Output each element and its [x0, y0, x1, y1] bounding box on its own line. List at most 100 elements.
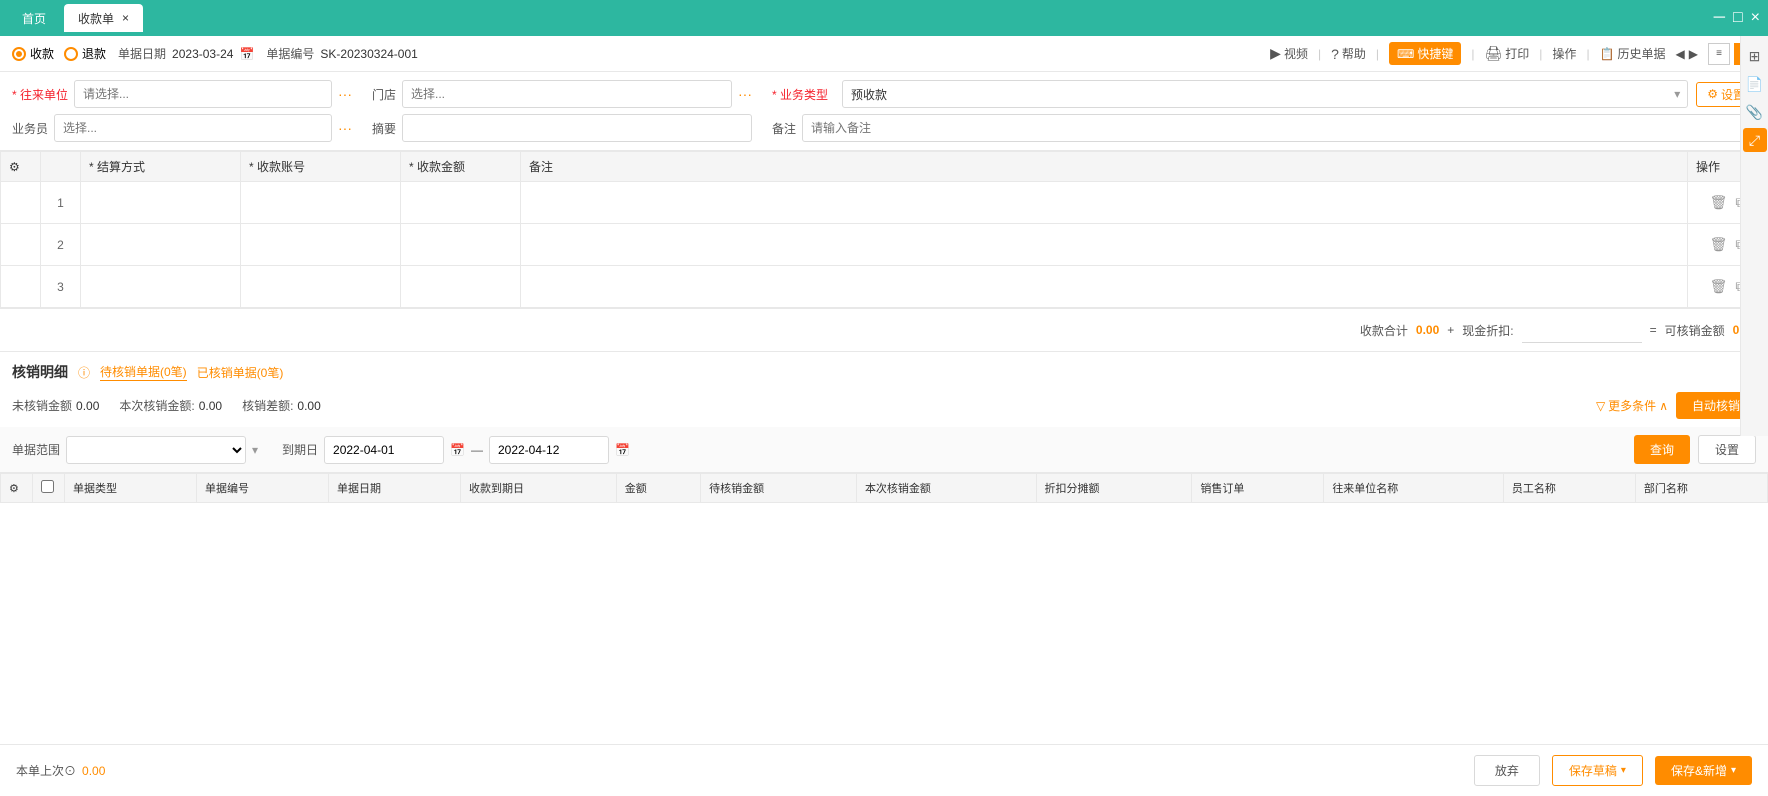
total-label: 收款合计 [1360, 322, 1408, 339]
sidebar-expand-icon[interactable]: ⤢ [1743, 128, 1767, 152]
radio-group: 收款 退款 [12, 45, 106, 62]
table-cell-account-3[interactable] [241, 266, 401, 308]
clerk-more-icon[interactable]: ··· [338, 120, 352, 136]
table-cell-settlement-1[interactable] [81, 182, 241, 224]
business-type-label: * 业务类型 [772, 86, 828, 103]
discard-button[interactable]: 放弃 [1474, 755, 1540, 786]
store-more-icon[interactable]: ··· [738, 86, 752, 102]
tab-home-label: 首页 [22, 10, 46, 27]
table-settings-header[interactable]: ⚙ [1, 152, 41, 182]
table-row: 2 🗑 ⧉ [1, 224, 1768, 266]
remark-field: 备注 [772, 114, 1756, 142]
radio-refund[interactable]: 退款 [64, 45, 106, 62]
plus-sign: + [1447, 323, 1454, 337]
form-area: * 往来单位 ··· 门店 ··· * 业务类型 ▾ ⚙ 设置 [0, 72, 1768, 151]
done-tab[interactable]: 已核销单据(0笔) [197, 364, 284, 381]
nav-arrows: ◀ ▶ [1676, 47, 1698, 61]
bottom-col-doc-no: 单据编号 [196, 474, 328, 503]
tab-home[interactable]: 首页 [8, 4, 60, 32]
table-cell-settlement-3[interactable] [81, 266, 241, 308]
table-cell-account-1[interactable] [241, 182, 401, 224]
bottom-col-settings[interactable]: ⚙ [1, 474, 33, 503]
business-type-input[interactable] [842, 80, 1688, 108]
store-input[interactable] [402, 80, 732, 108]
delete-row-1-btn[interactable]: 🗑 [1710, 194, 1728, 211]
discount-input[interactable] [1522, 317, 1642, 343]
sidebar-clip-icon[interactable]: 📎 [1743, 100, 1767, 124]
bottom-col-checkbox[interactable] [33, 474, 65, 503]
maximize-icon[interactable]: □ [1733, 9, 1743, 27]
save-new-button[interactable]: 保存&新增 ▾ [1655, 756, 1752, 785]
tab-current[interactable]: 收款单 × [64, 4, 143, 32]
delete-row-2-btn[interactable]: 🗑 [1710, 236, 1728, 253]
history-btn[interactable]: 📋 历史单据 [1600, 45, 1666, 62]
nav-next-icon[interactable]: ▶ [1689, 47, 1698, 61]
sidebar-doc-icon[interactable]: 📄 [1743, 72, 1767, 96]
counterpart-more-icon[interactable]: ··· [338, 86, 352, 102]
date-from-input[interactable] [324, 436, 444, 464]
bottom-col-discount: 折扣分摊额 [1036, 474, 1192, 503]
unverified-stat: 未核销金额 0.00 [12, 397, 99, 414]
clerk-input[interactable] [54, 114, 332, 142]
date-to-input[interactable] [489, 436, 609, 464]
save-new-chevron[interactable]: ▾ [1731, 765, 1736, 776]
bottom-table-section: ⚙ 单据类型 单据编号 单据日期 收款到期日 金额 待核销金额 本次核销金额 折… [0, 473, 1768, 503]
stats-row: 未核销金额 0.00 本次核销金额: 0.00 核销差额: 0.00 ▽ 更多条… [0, 388, 1768, 427]
info-icon[interactable]: ⓘ [78, 364, 90, 381]
list-view-icon[interactable]: ≡ [1708, 43, 1730, 65]
print-icon: 🖨 [1485, 45, 1503, 62]
calendar-icon[interactable]: 📅 [239, 47, 254, 61]
diff-label: 核销差额: [242, 397, 293, 414]
summary-label: 摘要 [372, 120, 396, 137]
counterpart-label: * 往来单位 [12, 86, 68, 103]
table-cell-amount-3[interactable] [401, 266, 521, 308]
radio-income[interactable]: 收款 [12, 45, 54, 62]
more-conditions-btn[interactable]: ▽ 更多条件 ∧ [1596, 397, 1668, 414]
tab-close-icon[interactable]: × [122, 11, 129, 25]
radio-income-dot [12, 47, 26, 61]
table-cell-remark-3[interactable] [521, 266, 1688, 308]
range-field: 单据范围 ▾ [12, 436, 266, 464]
help-icon: ? [1331, 46, 1339, 62]
video-btn[interactable]: ▶ 视频 [1270, 45, 1308, 62]
table-cell-account-2[interactable] [241, 224, 401, 266]
save-draft-button[interactable]: 保存草稿 ▾ [1552, 755, 1643, 786]
diff-stat: 核销差额: 0.00 [242, 397, 321, 414]
sidebar-table-icon[interactable]: ⊞ [1743, 44, 1767, 68]
remark-input[interactable] [802, 114, 1756, 142]
table-row: 1 🗑 ⧉ [1, 182, 1768, 224]
delete-row-3-btn[interactable]: 🗑 [1710, 278, 1728, 295]
cal-to-icon[interactable]: 📅 [615, 443, 630, 457]
bottom-col-dept: 部门名称 [1635, 474, 1767, 503]
table-cell-amount-1[interactable] [401, 182, 521, 224]
table-cell-remark-1[interactable] [521, 182, 1688, 224]
print-btn[interactable]: 🖨 打印 [1485, 45, 1530, 62]
doc-date-field: 单据日期 2023-03-24 📅 [118, 45, 254, 62]
bottom-col-amount: 金额 [616, 474, 700, 503]
business-type-chevron[interactable]: ▾ [1674, 87, 1680, 101]
window-controls: ─ □ × [1714, 9, 1760, 27]
range-select[interactable] [66, 436, 246, 464]
cal-from-icon[interactable]: 📅 [450, 443, 465, 457]
toolbar-right: ▶ 视频 | ? 帮助 | ⌨ 快捷键 | 🖨 打印 | 操作 | [1270, 42, 1756, 65]
select-all-checkbox[interactable] [41, 480, 54, 493]
pending-tab[interactable]: 待核销单据(0笔) [100, 363, 187, 381]
table-cell-num-3: 3 [41, 266, 81, 308]
operation-btn[interactable]: 操作 [1552, 45, 1576, 62]
counterpart-input[interactable] [74, 80, 332, 108]
settings-btn2[interactable]: 设置 [1698, 435, 1756, 464]
shortcut-btn[interactable]: ⌨ 快捷键 [1389, 42, 1461, 65]
table-cell-amount-2[interactable] [401, 224, 521, 266]
help-btn[interactable]: ? 帮助 [1331, 45, 1366, 62]
right-sidebar: ⊞ 📄 📎 ⤢ [1740, 36, 1768, 436]
close-icon[interactable]: × [1751, 9, 1760, 27]
save-draft-chevron[interactable]: ▾ [1621, 765, 1626, 776]
nav-prev-icon[interactable]: ◀ [1676, 47, 1685, 61]
table-cell-settlement-2[interactable] [81, 224, 241, 266]
form-row-2: 业务员 ··· 摘要 备注 [12, 114, 1756, 142]
bottom-col-counterpart: 往来单位名称 [1324, 474, 1504, 503]
minimize-icon[interactable]: ─ [1714, 9, 1725, 27]
summary-input[interactable] [402, 114, 752, 142]
query-btn[interactable]: 查询 [1634, 435, 1690, 464]
table-cell-remark-2[interactable] [521, 224, 1688, 266]
